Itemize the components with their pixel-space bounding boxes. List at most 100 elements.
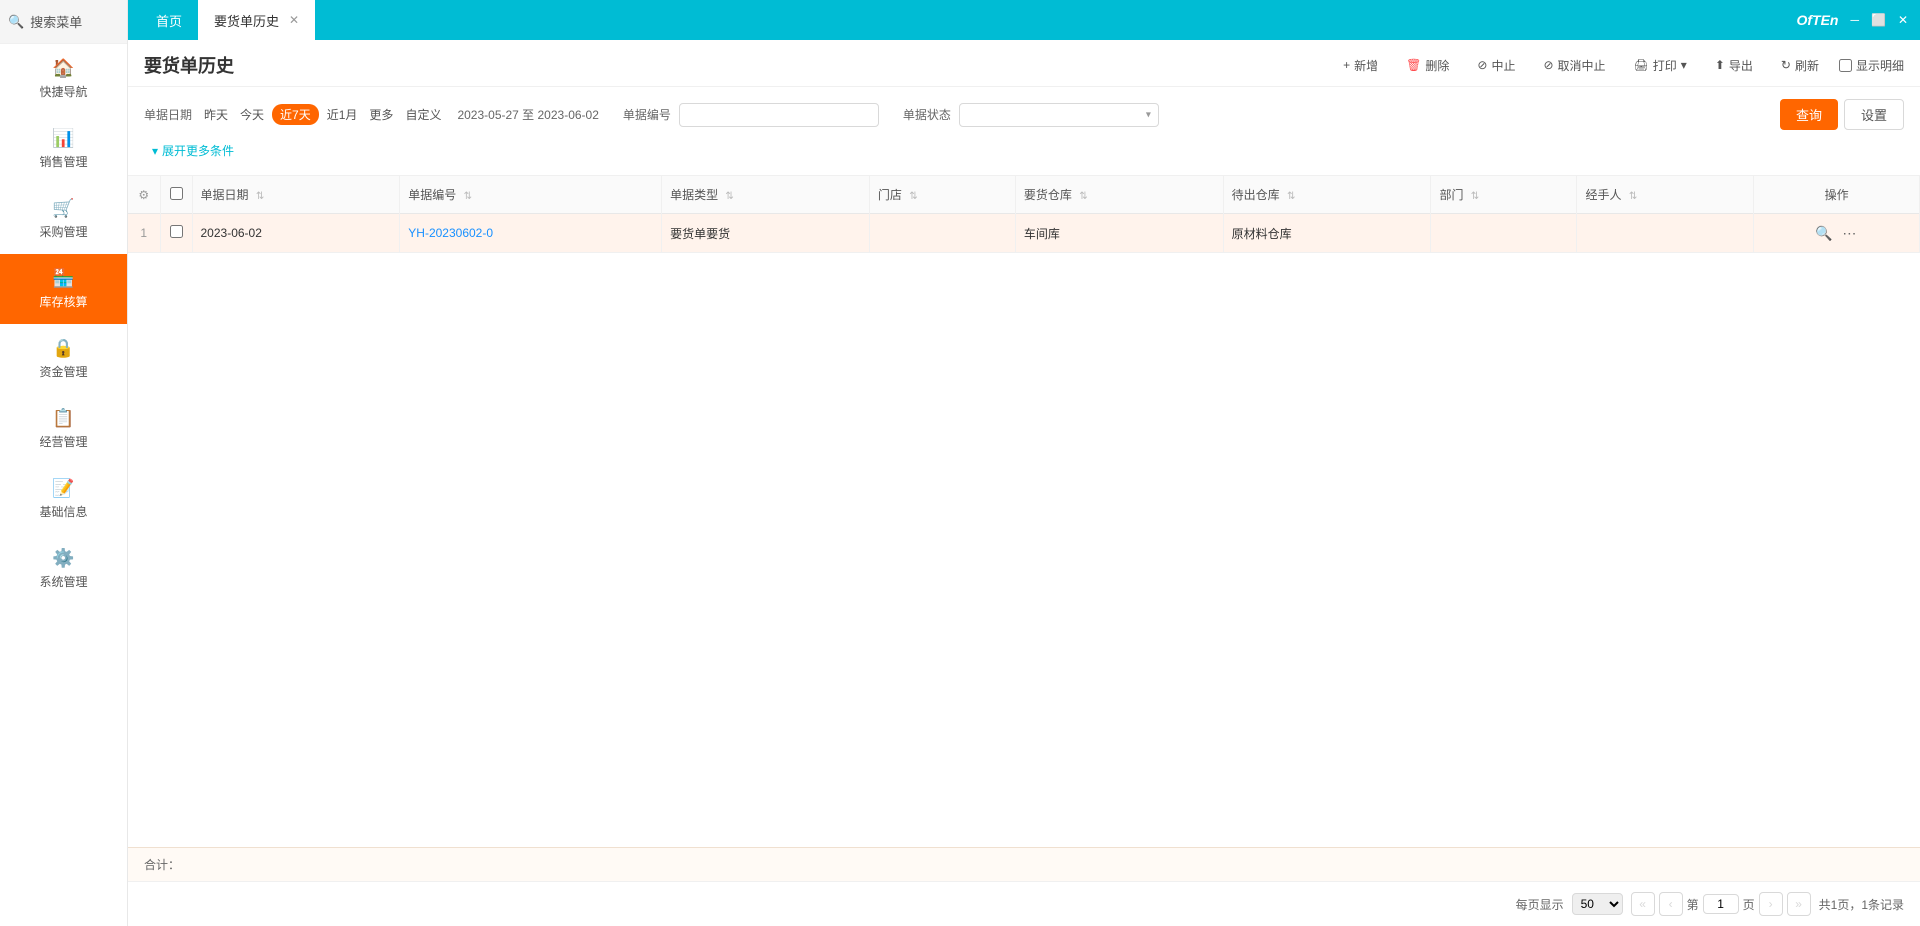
more-ops-icon[interactable]: ⋯ <box>1838 222 1860 244</box>
search-icon: 🔍 <box>8 14 24 30</box>
page-num-label: 第 <box>1687 896 1699 913</box>
query-btn-group: 查询 设置 <box>1780 99 1904 130</box>
sidebar-item-finance[interactable]: 🔒 资金管理 <box>0 324 127 394</box>
delete-btn[interactable]: 🗑 删除 <box>1398 53 1457 78</box>
main-content: 首页 要货单历史 ✕ OfTEn ─ ⬜ ✕ 要货单历史 + 新增 <box>128 0 1920 926</box>
last-page-btn[interactable]: » <box>1787 892 1811 916</box>
settings-btn[interactable]: 设置 <box>1844 99 1904 130</box>
expand-more-btn[interactable]: ▾ 展开更多条件 <box>144 138 1904 163</box>
doc-status-select[interactable] <box>959 103 1159 127</box>
doc-status-filter: 单据状态 <box>903 103 1159 127</box>
sidebar-item-label: 资金管理 <box>39 363 87 380</box>
cancel-stop-btn[interactable]: ⊘ 取消中止 <box>1535 53 1613 78</box>
last7days-btn[interactable]: 近7天 <box>272 104 319 125</box>
col-settings[interactable]: ⚙ <box>128 176 160 214</box>
date-filter: 单据日期 昨天 今天 近7天 近1月 更多 自定义 2023-05-27 至 2… <box>144 104 599 125</box>
export-btn-label: 导出 <box>1729 57 1753 74</box>
row-checkbox[interactable] <box>170 225 183 238</box>
tab-requisition-history[interactable]: 要货单历史 ✕ <box>198 0 315 40</box>
maximize-btn[interactable]: ⬜ <box>1871 13 1886 27</box>
page-input[interactable] <box>1703 894 1739 914</box>
expand-icon: ▾ <box>152 144 158 158</box>
basic-info-icon: 📝 <box>52 478 74 499</box>
page-size-label: 每页显示 <box>1516 896 1564 913</box>
col-req-warehouse[interactable]: 要货仓库 ⇅ <box>1015 176 1223 214</box>
col-pending-warehouse[interactable]: 待出仓库 ⇅ <box>1223 176 1431 214</box>
sidebar-item-basic-info[interactable]: 📝 基础信息 <box>0 464 127 534</box>
row-store <box>869 214 1015 253</box>
tab-home[interactable]: 首页 <box>140 0 198 40</box>
delete-btn-label: 删除 <box>1425 57 1449 74</box>
sidebar-item-label: 基础信息 <box>39 503 87 520</box>
sidebar-item-operations[interactable]: 📋 经营管理 <box>0 394 127 464</box>
table-area: ⚙ 单据日期 ⇅ 单据编号 ⇅ <box>128 176 1920 847</box>
cancel-stop-icon: ⊘ <box>1543 58 1553 72</box>
data-table: ⚙ 单据日期 ⇅ 单据编号 ⇅ <box>128 176 1920 253</box>
new-btn[interactable]: + 新增 <box>1335 53 1386 78</box>
sidebar-item-label: 销售管理 <box>39 153 87 170</box>
last1month-btn[interactable]: 近1月 <box>323 104 362 125</box>
stop-icon: ⊘ <box>1477 58 1487 72</box>
yesterday-btn[interactable]: 昨天 <box>200 104 232 125</box>
doc-no-input[interactable] <box>679 103 879 127</box>
sidebar-item-sales-mgmt[interactable]: 📊 销售管理 <box>0 114 127 184</box>
custom-btn[interactable]: 自定义 <box>401 104 445 125</box>
first-page-btn[interactable]: « <box>1631 892 1655 916</box>
page-size-select[interactable]: 50 20 100 <box>1572 893 1623 915</box>
date-btns: 昨天 今天 近7天 近1月 更多 自定义 <box>200 104 445 125</box>
date-range-display: 2023-05-27 至 2023-06-02 <box>457 106 598 123</box>
row-operations: 🔍 ⋯ <box>1754 214 1920 253</box>
show-detail-checkbox[interactable]: 显示明细 <box>1839 57 1904 74</box>
print-btn[interactable]: 🖨 打印 ▾ <box>1626 53 1695 78</box>
stop-btn[interactable]: ⊘ 中止 <box>1469 53 1523 78</box>
content-area: 要货单历史 + 新增 🗑 删除 ⊘ 中止 ⊘ <box>128 40 1920 926</box>
top-bar: 首页 要货单历史 ✕ OfTEn ─ ⬜ ✕ <box>128 0 1920 40</box>
prev-page-btn[interactable]: ‹ <box>1659 892 1683 916</box>
col-dept[interactable]: 部门 ⇅ <box>1431 176 1577 214</box>
doc-status-label: 单据状态 <box>903 106 951 123</box>
sort-doc-no-icon: ⇅ <box>464 191 472 202</box>
filter-row: 单据日期 昨天 今天 近7天 近1月 更多 自定义 2023-05-27 至 2… <box>144 99 1904 130</box>
minimize-btn[interactable]: ─ <box>1850 13 1859 27</box>
sidebar-item-quick-nav[interactable]: 🏠 快捷导航 <box>0 44 127 114</box>
sidebar-item-label: 快捷导航 <box>39 83 87 100</box>
print-dropdown-icon: ▾ <box>1681 58 1687 72</box>
brand-label: OfTEn <box>1796 12 1838 28</box>
sidebar-item-system-mgmt[interactable]: ⚙️ 系统管理 <box>0 534 127 604</box>
sidebar-item-inventory[interactable]: 🏪 库存核算 <box>0 254 127 324</box>
search-btn[interactable]: 查询 <box>1780 99 1838 130</box>
sort-doc-type-icon: ⇅ <box>725 191 733 202</box>
col-doc-date[interactable]: 单据日期 ⇅ <box>192 176 400 214</box>
row-doc-no[interactable]: YH-20230602-0 <box>400 214 662 253</box>
sort-pending-warehouse-icon: ⇅ <box>1287 191 1295 202</box>
sidebar-item-label: 经营管理 <box>39 433 87 450</box>
sort-doc-date-icon: ⇅ <box>256 191 264 202</box>
view-detail-icon[interactable]: 🔍 <box>1813 222 1835 244</box>
cancel-stop-btn-label: 取消中止 <box>1558 57 1606 74</box>
col-handler[interactable]: 经手人 ⇅ <box>1577 176 1754 214</box>
filter-area: 单据日期 昨天 今天 近7天 近1月 更多 自定义 2023-05-27 至 2… <box>128 87 1920 176</box>
col-store[interactable]: 门店 ⇅ <box>869 176 1015 214</box>
print-btn-label: 打印 <box>1653 57 1677 74</box>
col-doc-no[interactable]: 单据编号 ⇅ <box>400 176 662 214</box>
table-header-row: ⚙ 单据日期 ⇅ 单据编号 ⇅ <box>128 176 1920 214</box>
select-all-checkbox[interactable] <box>170 187 183 200</box>
inventory-icon: 🏪 <box>52 268 74 289</box>
close-btn[interactable]: ✕ <box>1898 13 1908 27</box>
refresh-btn[interactable]: ↻ 刷新 <box>1773 53 1827 78</box>
sort-dept-icon: ⇅ <box>1471 191 1479 202</box>
finance-icon: 🔒 <box>52 338 74 359</box>
next-page-btn[interactable]: › <box>1759 892 1783 916</box>
doc-no-link[interactable]: YH-20230602-0 <box>408 226 493 240</box>
doc-no-label: 单据编号 <box>623 106 671 123</box>
today-btn[interactable]: 今天 <box>236 104 268 125</box>
home-icon: 🏠 <box>52 58 74 79</box>
tab-close-icon[interactable]: ✕ <box>289 13 299 27</box>
sidebar-search[interactable]: 🔍 搜索菜单 <box>0 0 127 44</box>
export-btn[interactable]: ⬆ 导出 <box>1707 53 1761 78</box>
more-btn[interactable]: 更多 <box>365 104 397 125</box>
col-doc-type[interactable]: 单据类型 ⇅ <box>662 176 870 214</box>
show-detail-check[interactable] <box>1839 59 1852 72</box>
row-handler <box>1577 214 1754 253</box>
sidebar-item-purchase-mgmt[interactable]: 🛒 采购管理 <box>0 184 127 254</box>
